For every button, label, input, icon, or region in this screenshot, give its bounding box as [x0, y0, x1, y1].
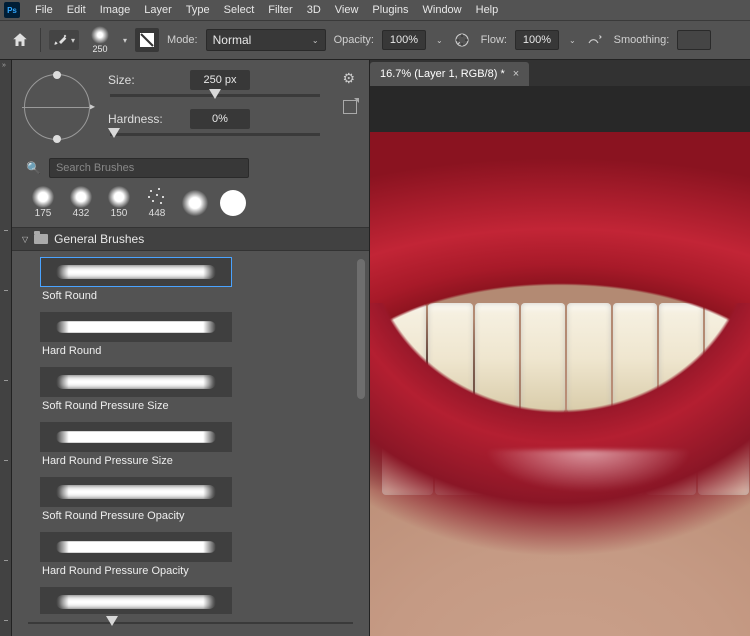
options-bar: ▾ 250 ▾ Mode: Normal ⌄ Opacity: 100% ⌄ F…	[0, 20, 750, 60]
canvas-pasteboard-top	[370, 86, 750, 132]
gear-icon[interactable]: ⚙	[342, 70, 355, 87]
close-icon[interactable]: ×	[513, 68, 519, 80]
brush-preset-preview[interactable]: 250	[87, 26, 113, 54]
brush-item-label: Soft Round	[40, 287, 232, 308]
brush-item-label: Hard Round Pressure Size	[40, 452, 232, 473]
slider-thumb[interactable]	[209, 89, 221, 99]
document-tab-bar: 16.7% (Layer 1, RGB/8) * ×	[370, 60, 750, 86]
recent-brush[interactable]: 432	[64, 186, 98, 219]
chevron-down-icon: ⌄	[312, 36, 319, 45]
slider-thumb[interactable]	[106, 616, 118, 626]
brush-item[interactable]	[40, 587, 232, 614]
recent-brush[interactable]: 175	[26, 186, 60, 219]
brush-item[interactable]: Soft Round Pressure Opacity	[40, 477, 232, 528]
chevron-down-icon: ▾	[71, 36, 75, 45]
menu-file[interactable]: File	[28, 2, 60, 18]
smoothing-input[interactable]	[677, 30, 711, 50]
app-logo: Ps	[4, 2, 20, 18]
recent-brush[interactable]: 448	[140, 186, 174, 219]
folder-icon	[34, 234, 48, 244]
size-label: Size:	[108, 73, 178, 87]
menu-bar: Ps FileEditImageLayerTypeSelectFilter3DV…	[0, 0, 750, 20]
brush-item[interactable]: Soft Round Pressure Size	[40, 367, 232, 418]
search-brushes-input[interactable]: Search Brushes	[49, 158, 249, 178]
brush-item-label: Hard Round	[40, 342, 232, 363]
home-icon[interactable]	[8, 28, 32, 52]
recent-brush[interactable]	[216, 190, 250, 216]
document-image	[370, 132, 750, 636]
brush-angle-widget[interactable]: ▸	[24, 74, 94, 144]
blend-mode-value: Normal	[213, 33, 252, 47]
size-slider[interactable]	[110, 94, 320, 97]
expand-arrows-icon: »	[2, 62, 5, 69]
divider	[40, 28, 41, 52]
menu-help[interactable]: Help	[469, 2, 506, 18]
brush-item[interactable]: Soft Round	[40, 257, 232, 308]
brush-item-label: Soft Round Pressure Opacity	[40, 507, 232, 528]
scrollbar[interactable]	[357, 259, 365, 399]
hardness-slider[interactable]	[110, 133, 320, 136]
search-icon: 🔍	[26, 161, 41, 175]
brush-item-label: Hard Round Pressure Opacity	[40, 562, 232, 583]
menu-layer[interactable]: Layer	[137, 2, 179, 18]
brush-list: Soft Round Hard Round Soft Round Pressure …	[12, 251, 369, 614]
menu-edit[interactable]: Edit	[60, 2, 93, 18]
menu-plugins[interactable]: Plugins	[365, 2, 415, 18]
brush-panel-toggle[interactable]	[135, 28, 159, 52]
brush-item-label: Soft Round Pressure Size	[40, 397, 232, 418]
menu-type[interactable]: Type	[179, 2, 217, 18]
brush-group-header[interactable]: ▽ General Brushes	[12, 227, 369, 251]
airbrush-icon[interactable]	[584, 29, 606, 51]
document-tab-title: 16.7% (Layer 1, RGB/8) *	[380, 68, 505, 80]
menu-view[interactable]: View	[328, 2, 366, 18]
smoothing-label: Smoothing:	[614, 34, 670, 46]
brush-group-name: General Brushes	[54, 232, 144, 246]
flow-label: Flow:	[481, 34, 507, 46]
mode-label: Mode:	[167, 34, 198, 46]
brush-item[interactable]: Hard Round Pressure Size	[40, 422, 232, 473]
menu-image[interactable]: Image	[93, 2, 138, 18]
document-area: 16.7% (Layer 1, RGB/8) * ×	[370, 60, 750, 636]
menu-3d[interactable]: 3D	[300, 2, 328, 18]
flow-input[interactable]: 100%	[515, 30, 559, 50]
hardness-label: Hardness:	[108, 112, 178, 126]
disclosure-triangle-icon: ▽	[22, 235, 28, 244]
opacity-input[interactable]: 100%	[382, 30, 426, 50]
canvas[interactable]	[370, 132, 750, 636]
size-value[interactable]: 250 px	[190, 70, 250, 90]
document-tab[interactable]: 16.7% (Layer 1, RGB/8) * ×	[370, 62, 529, 86]
brush-preview-size: 250	[93, 44, 108, 54]
menu-select[interactable]: Select	[217, 2, 262, 18]
collapsed-panel-strip[interactable]: »	[0, 60, 12, 636]
blend-mode-select[interactable]: Normal ⌄	[206, 29, 326, 51]
menu-filter[interactable]: Filter	[261, 2, 299, 18]
hardness-value[interactable]: 0%	[190, 109, 250, 129]
brush-preview-dot	[91, 26, 109, 44]
chevron-down-icon[interactable]: ▾	[123, 36, 127, 45]
new-preset-icon[interactable]	[343, 100, 357, 114]
slider-thumb[interactable]	[108, 128, 120, 138]
brush-item[interactable]: Hard Round Pressure Opacity	[40, 532, 232, 583]
brush-picker-panel: ▸ Size: 250 px Hardness: 0%	[12, 60, 370, 636]
recent-brush[interactable]: 150	[102, 186, 136, 219]
chevron-down-icon[interactable]: ⌄	[436, 36, 443, 45]
chevron-down-icon[interactable]: ⌄	[569, 36, 576, 45]
recent-brush[interactable]	[178, 190, 212, 216]
pressure-opacity-icon[interactable]	[451, 29, 473, 51]
preview-size-slider[interactable]	[28, 614, 353, 632]
recent-brushes-row: 175432150448	[12, 186, 369, 227]
opacity-label: Opacity:	[334, 34, 374, 46]
brush-item[interactable]: Hard Round	[40, 312, 232, 363]
tool-brush[interactable]: ▾	[49, 30, 79, 50]
menu-window[interactable]: Window	[416, 2, 469, 18]
